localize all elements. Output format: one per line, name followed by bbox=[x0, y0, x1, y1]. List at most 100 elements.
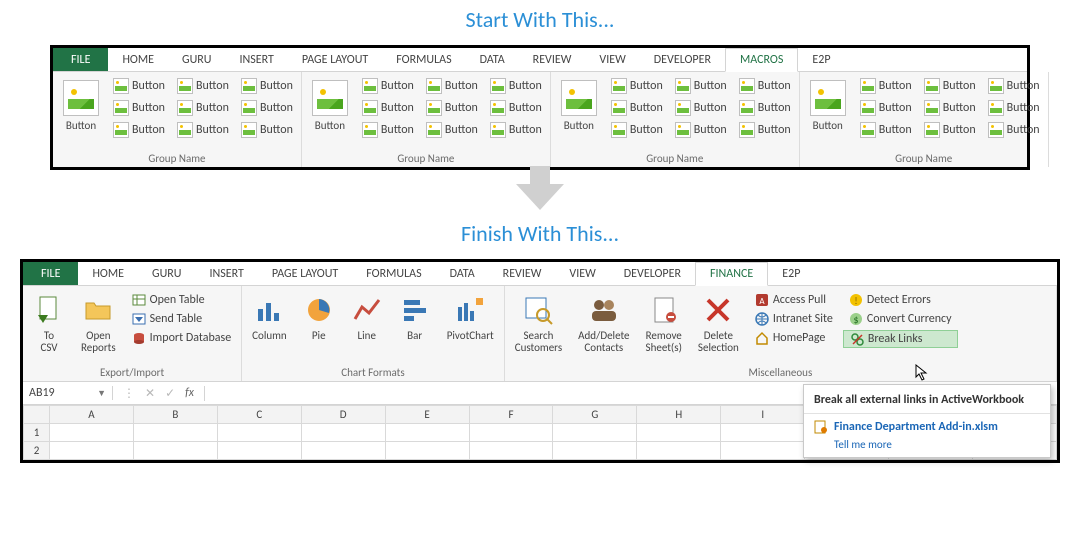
fx-label[interactable]: fx bbox=[185, 386, 194, 400]
cell[interactable] bbox=[385, 424, 469, 442]
generic-big-button[interactable]: Button bbox=[57, 76, 105, 144]
access-pull-button[interactable]: AAccess Pull bbox=[749, 292, 839, 308]
send-table-button[interactable]: Send Table bbox=[126, 311, 238, 327]
tab-e2p[interactable]: E2P bbox=[768, 262, 814, 285]
cell[interactable] bbox=[637, 424, 721, 442]
tab-macros[interactable]: MACROS bbox=[725, 48, 798, 72]
generic-small-button[interactable]: Button bbox=[735, 98, 795, 118]
generic-small-button[interactable]: Button bbox=[173, 120, 233, 140]
generic-small-button[interactable]: Button bbox=[422, 76, 482, 96]
column-header[interactable]: E bbox=[385, 406, 469, 424]
cell[interactable] bbox=[217, 424, 301, 442]
name-box[interactable]: AB19 ▼ bbox=[23, 386, 113, 400]
generic-small-button[interactable]: Button bbox=[486, 76, 546, 96]
cell[interactable] bbox=[637, 442, 721, 460]
line-chart-button[interactable]: Line bbox=[345, 290, 389, 354]
cell[interactable] bbox=[50, 442, 134, 460]
generic-small-button[interactable]: Button bbox=[607, 76, 667, 96]
generic-small-button[interactable]: Button bbox=[173, 76, 233, 96]
detect-errors-button[interactable]: !Detect Errors bbox=[843, 292, 958, 308]
generic-small-button[interactable]: Button bbox=[735, 76, 795, 96]
cell[interactable] bbox=[721, 442, 805, 460]
tooltip-source-link[interactable]: Finance Department Add-in.xlsm bbox=[814, 420, 1040, 434]
generic-small-button[interactable]: Button bbox=[671, 120, 731, 140]
convert-currency-button[interactable]: $Convert Currency bbox=[843, 311, 958, 327]
column-header[interactable]: D bbox=[301, 406, 385, 424]
tab-developer[interactable]: DEVELOPER bbox=[640, 48, 725, 71]
pivot-chart-button[interactable]: PivotChart bbox=[441, 290, 500, 354]
column-header[interactable]: F bbox=[469, 406, 553, 424]
tab-guru[interactable]: GURU bbox=[138, 262, 195, 285]
column-header[interactable]: H bbox=[637, 406, 721, 424]
open-reports-button[interactable]: OpenReports bbox=[75, 290, 122, 354]
cell[interactable] bbox=[721, 424, 805, 442]
column-chart-button[interactable]: Column bbox=[246, 290, 293, 354]
generic-small-button[interactable]: Button bbox=[173, 98, 233, 118]
search-customers-button[interactable]: SearchCustomers bbox=[509, 290, 568, 354]
tab-file[interactable]: FILE bbox=[23, 262, 78, 285]
cell[interactable] bbox=[50, 424, 134, 442]
generic-small-button[interactable]: Button bbox=[486, 98, 546, 118]
generic-small-button[interactable]: Button bbox=[856, 76, 916, 96]
generic-small-button[interactable]: Button bbox=[735, 120, 795, 140]
generic-small-button[interactable]: Button bbox=[109, 76, 169, 96]
cell[interactable] bbox=[553, 442, 637, 460]
intranet-site-button[interactable]: Intranet Site bbox=[749, 311, 839, 327]
generic-small-button[interactable]: Button bbox=[671, 98, 731, 118]
generic-small-button[interactable]: Button bbox=[422, 120, 482, 140]
tab-file[interactable]: FILE bbox=[53, 48, 108, 71]
column-header[interactable]: A bbox=[50, 406, 134, 424]
cell[interactable] bbox=[385, 442, 469, 460]
tab-insert[interactable]: INSERT bbox=[225, 48, 287, 71]
column-header[interactable]: G bbox=[553, 406, 637, 424]
generic-big-button[interactable]: Button bbox=[555, 76, 603, 144]
generic-small-button[interactable]: Button bbox=[856, 98, 916, 118]
tab-data[interactable]: DATA bbox=[436, 262, 489, 285]
generic-small-button[interactable]: Button bbox=[920, 98, 980, 118]
cell[interactable] bbox=[133, 424, 217, 442]
tooltip-tell-me-more[interactable]: Tell me more bbox=[814, 438, 1040, 451]
generic-small-button[interactable]: Button bbox=[920, 120, 980, 140]
generic-small-button[interactable]: Button bbox=[607, 120, 667, 140]
generic-small-button[interactable]: Button bbox=[920, 76, 980, 96]
column-header[interactable]: C bbox=[217, 406, 301, 424]
cell[interactable] bbox=[301, 442, 385, 460]
generic-small-button[interactable]: Button bbox=[358, 98, 418, 118]
generic-small-button[interactable]: Button bbox=[856, 120, 916, 140]
tab-page-layout[interactable]: PAGE LAYOUT bbox=[258, 262, 352, 285]
add-delete-contacts-button[interactable]: Add/DeleteContacts bbox=[572, 290, 635, 354]
break-links-button[interactable]: Break Links bbox=[843, 330, 958, 348]
column-header[interactable]: I bbox=[721, 406, 805, 424]
open-table-button[interactable]: Open Table bbox=[126, 292, 238, 308]
generic-small-button[interactable]: Button bbox=[984, 76, 1044, 96]
generic-small-button[interactable]: Button bbox=[422, 98, 482, 118]
tab-finance[interactable]: FINANCE bbox=[695, 262, 768, 286]
tab-home[interactable]: HOME bbox=[108, 48, 168, 71]
chevron-down-icon[interactable]: ▼ bbox=[97, 388, 106, 399]
generic-small-button[interactable]: Button bbox=[486, 120, 546, 140]
generic-small-button[interactable]: Button bbox=[237, 98, 297, 118]
cell[interactable] bbox=[301, 424, 385, 442]
tab-insert[interactable]: INSERT bbox=[195, 262, 257, 285]
column-header[interactable]: B bbox=[133, 406, 217, 424]
generic-small-button[interactable]: Button bbox=[237, 76, 297, 96]
remove-sheets-button[interactable]: RemoveSheet(s) bbox=[640, 290, 688, 354]
generic-small-button[interactable]: Button bbox=[237, 120, 297, 140]
tab-view[interactable]: VIEW bbox=[585, 48, 639, 71]
cell[interactable] bbox=[553, 424, 637, 442]
generic-small-button[interactable]: Button bbox=[358, 120, 418, 140]
row-header[interactable]: 1 bbox=[24, 424, 50, 442]
tab-review[interactable]: REVIEW bbox=[489, 262, 556, 285]
tab-developer[interactable]: DEVELOPER bbox=[610, 262, 695, 285]
tab-review[interactable]: REVIEW bbox=[519, 48, 586, 71]
tab-view[interactable]: VIEW bbox=[555, 262, 609, 285]
tab-formulas[interactable]: FORMULAS bbox=[382, 48, 465, 71]
tab-page-layout[interactable]: PAGE LAYOUT bbox=[288, 48, 382, 71]
row-header[interactable]: 2 bbox=[24, 442, 50, 460]
cell[interactable] bbox=[133, 442, 217, 460]
select-all-cell[interactable] bbox=[24, 406, 50, 424]
bar-chart-button[interactable]: Bar bbox=[393, 290, 437, 354]
generic-small-button[interactable]: Button bbox=[109, 98, 169, 118]
tab-formulas[interactable]: FORMULAS bbox=[352, 262, 435, 285]
generic-small-button[interactable]: Button bbox=[109, 120, 169, 140]
